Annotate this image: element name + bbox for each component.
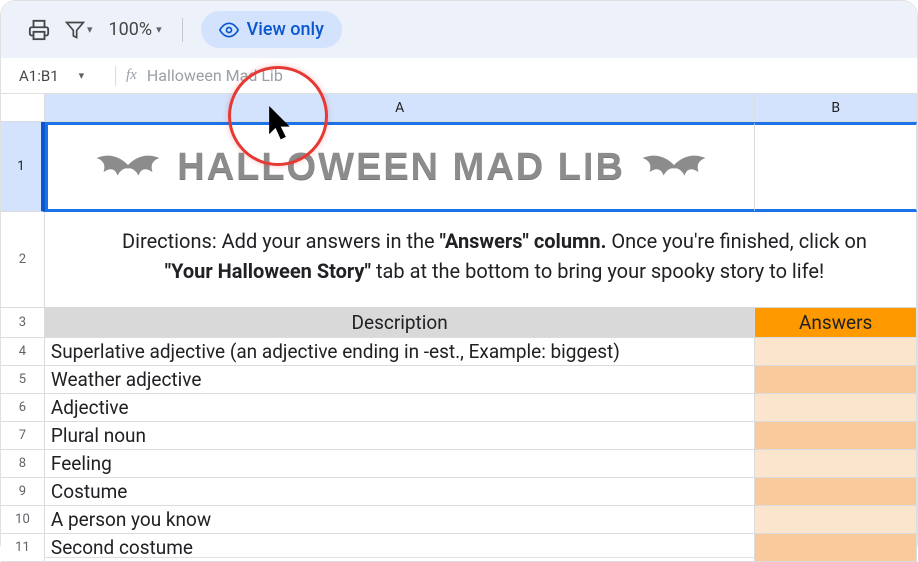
- answer-cell[interactable]: [755, 478, 917, 506]
- directions-cell[interactable]: Directions: Add your answers in the "Ans…: [45, 212, 917, 308]
- formula-text[interactable]: Halloween Mad Lib: [147, 66, 283, 85]
- header-answers[interactable]: Answers: [755, 308, 917, 338]
- chevron-down-icon: ▾: [79, 69, 85, 82]
- row-header-8[interactable]: 8: [1, 450, 45, 478]
- cell-reference: A1:B1: [19, 67, 59, 85]
- answer-cell[interactable]: [755, 450, 917, 478]
- name-box[interactable]: A1:B1 ▾: [15, 65, 105, 87]
- directions-mid: Once you're finished, click on: [606, 229, 867, 253]
- chevron-down-icon: ▾: [156, 23, 162, 36]
- view-only-pill[interactable]: View only: [201, 11, 342, 48]
- row-header-3[interactable]: 3: [1, 308, 45, 338]
- row-4: 4 Superlative adjective (an adjective en…: [1, 338, 917, 366]
- answer-cell[interactable]: [755, 422, 917, 450]
- description-cell[interactable]: A person you know: [45, 506, 755, 534]
- toolbar: ▾ 100% ▾ View only: [1, 1, 917, 58]
- row-3: 3 Description Answers: [1, 308, 917, 338]
- toolbar-separator: [182, 18, 183, 42]
- directions-post: tab at the bottom to bring your spooky s…: [371, 259, 824, 283]
- row-header-9[interactable]: 9: [1, 478, 45, 506]
- title-text: HALLOWEEN MAD LIB: [177, 146, 625, 189]
- view-only-label: View only: [247, 19, 324, 40]
- formula-bar: A1:B1 ▾ fx Halloween Mad Lib: [1, 58, 917, 94]
- print-icon[interactable]: [21, 12, 57, 48]
- description-cell[interactable]: Feeling: [45, 450, 755, 478]
- row-7: 7 Plural noun: [1, 422, 917, 450]
- row-2: 2 Directions: Add your answers in the "A…: [1, 212, 917, 308]
- directions-bold1: "Answers" column.: [440, 229, 607, 253]
- eye-icon: [219, 20, 239, 40]
- chevron-down-icon: ▾: [87, 23, 93, 36]
- answer-cell[interactable]: [755, 338, 917, 366]
- formula-separator: [115, 66, 116, 86]
- header-description[interactable]: Description: [45, 308, 755, 338]
- directions-bold2: "Your Halloween Story": [165, 259, 371, 283]
- zoom-value: 100%: [109, 19, 153, 40]
- row-header-5[interactable]: 5: [1, 366, 45, 394]
- row-header-10[interactable]: 10: [1, 506, 45, 534]
- spreadsheet-grid: A B 1 HALLOWEEN MAD LIB 2 Directions: Ad…: [1, 94, 917, 562]
- description-cell[interactable]: Superlative adjective (an adjective endi…: [45, 338, 755, 366]
- title-cell[interactable]: HALLOWEEN MAD LIB: [45, 122, 755, 212]
- row-header-1[interactable]: 1: [1, 122, 45, 212]
- row-header-2[interactable]: 2: [1, 212, 45, 308]
- description-cell[interactable]: Plural noun: [45, 422, 755, 450]
- select-all-corner[interactable]: [1, 94, 45, 122]
- row-header-4[interactable]: 4: [1, 338, 45, 366]
- column-header-b[interactable]: B: [755, 94, 917, 122]
- row-header-6[interactable]: 6: [1, 394, 45, 422]
- filter-button[interactable]: ▾: [65, 20, 93, 40]
- bat-icon: [93, 146, 163, 188]
- answer-cell[interactable]: [755, 506, 917, 534]
- bat-icon: [639, 146, 709, 188]
- row-1: 1 HALLOWEEN MAD LIB: [1, 122, 917, 212]
- column-header-a[interactable]: A: [45, 94, 755, 122]
- row-6: 6 Adjective: [1, 394, 917, 422]
- answer-cell[interactable]: [755, 366, 917, 394]
- directions-pre: Directions: Add your answers in the: [122, 229, 440, 253]
- zoom-dropdown[interactable]: 100% ▾: [101, 13, 170, 46]
- description-cell[interactable]: Adjective: [45, 394, 755, 422]
- row-header-7[interactable]: 7: [1, 422, 45, 450]
- row-5: 5 Weather adjective: [1, 366, 917, 394]
- description-cell[interactable]: Weather adjective: [45, 366, 755, 394]
- row-9: 9 Costume: [1, 478, 917, 506]
- description-cell[interactable]: Costume: [45, 478, 755, 506]
- answer-cell[interactable]: [755, 394, 917, 422]
- fx-icon: fx: [126, 67, 137, 84]
- row-10: 10 A person you know: [1, 506, 917, 534]
- cell-b1[interactable]: [755, 122, 917, 212]
- row-8: 8 Feeling: [1, 450, 917, 478]
- column-headers: A B: [1, 94, 917, 122]
